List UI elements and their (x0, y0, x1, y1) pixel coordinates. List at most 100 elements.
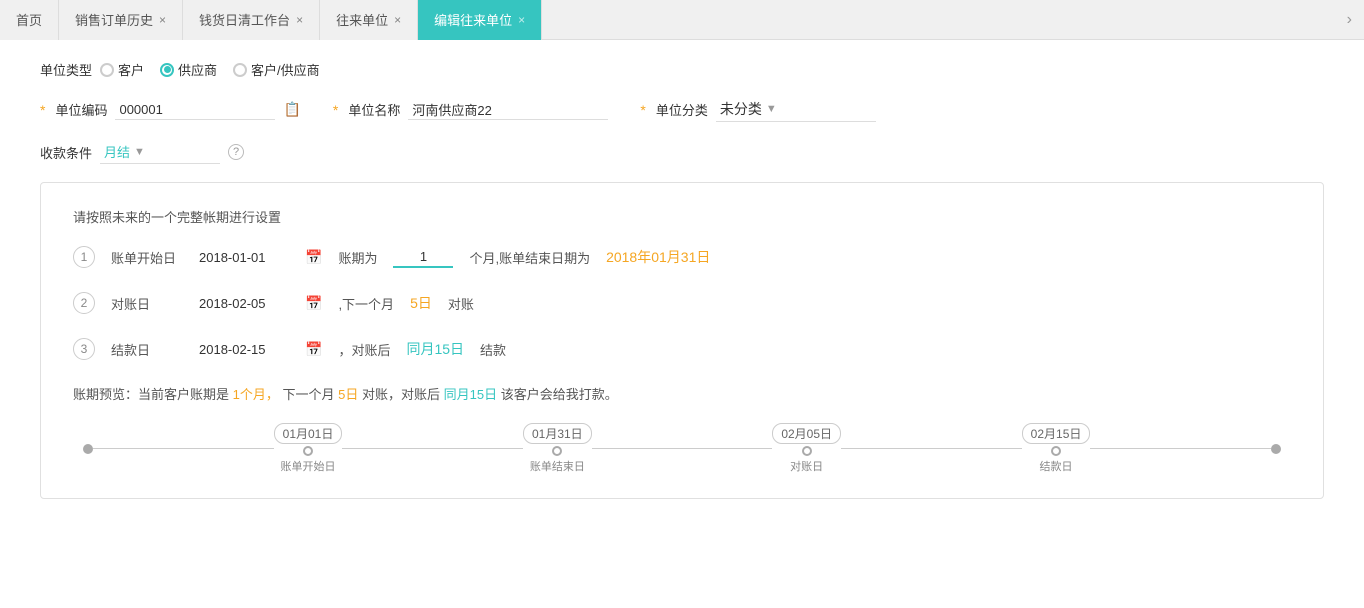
settings-box: 请按照未来的一个完整帐期进行设置 1 账单开始日 2018-01-01 📅 账期… (40, 182, 1324, 499)
category-star: * (640, 102, 645, 118)
code-star: * (40, 102, 45, 118)
step-1-num: 1 (73, 246, 95, 268)
tab-home-label: 首页 (16, 10, 42, 29)
step-2-label: 对账日 (111, 294, 183, 313)
radio-supplier-label: 供应商 (178, 60, 217, 79)
step-3-date: 2018-02-15 (199, 342, 289, 357)
radio-customer-label: 客户 (118, 60, 144, 79)
step-3-desc-prefix: ，对账后 (338, 340, 390, 359)
preview-period: 1个月， (233, 387, 279, 402)
code-calendar-icon[interactable]: 📋 (283, 101, 300, 118)
tab-partner-close[interactable]: × (394, 13, 401, 27)
code-item: * 单位编码 📋 (40, 100, 301, 120)
code-label: 单位编码 (55, 100, 107, 119)
radio-both[interactable]: 客户/供应商 (233, 60, 320, 79)
unit-type-row: 单位类型 客户 供应商 客户/供应商 (40, 60, 1324, 79)
category-value: 未分类 (720, 99, 762, 119)
radio-both-circle (233, 63, 247, 77)
step-1-row: 1 账单开始日 2018-01-01 📅 账期为 个月,账单结束日期为 2018… (73, 246, 1291, 268)
step-2-num: 2 (73, 292, 95, 314)
step-3-calendar-icon[interactable]: 📅 (305, 341, 322, 358)
tab-partner[interactable]: 往来单位 × (320, 0, 418, 40)
radio-both-label: 客户/供应商 (251, 60, 320, 79)
payment-item: 收款条件 月结 ▼ ? (40, 140, 244, 164)
timeline-end-dot (1271, 444, 1281, 454)
payment-help-icon[interactable]: ? (228, 144, 244, 160)
preview-period-suffix: 下一个月 (283, 387, 335, 402)
timeline-dot-2 (552, 446, 562, 456)
unit-type-item: 单位类型 客户 供应商 客户/供应商 (40, 60, 320, 79)
tab-sales-history-close[interactable]: × (159, 13, 166, 27)
step-1-period-input[interactable] (393, 247, 453, 268)
category-select[interactable]: 未分类 ▼ (716, 97, 876, 122)
code-input[interactable] (115, 100, 275, 120)
timeline-start-node (83, 444, 93, 454)
step-3-row: 3 结款日 2018-02-15 📅 ，对账后 同月15日 结款 (73, 338, 1291, 360)
payment-value: 月结 (104, 142, 130, 161)
step-1-label: 账单开始日 (111, 248, 183, 267)
timeline-badge-1: 01月01日 (274, 423, 343, 444)
preview-highlight1: 5日 (338, 387, 358, 402)
timeline-line-3 (592, 448, 773, 449)
step-1-period-prefix: 账期为 (338, 248, 377, 267)
timeline-line-5 (1090, 448, 1271, 449)
tab-edit-partner-label: 编辑往来单位 (434, 10, 512, 29)
radio-customer-circle (100, 63, 114, 77)
tab-more-button[interactable]: › (1335, 11, 1364, 29)
timeline-node-3: 02月05日 对账日 (772, 423, 841, 474)
radio-customer[interactable]: 客户 (100, 60, 144, 79)
name-label: 单位名称 (348, 100, 400, 119)
step-3-highlight: 同月15日 (406, 339, 464, 359)
name-item: * 单位名称 (333, 100, 608, 120)
unit-type-label: 单位类型 (40, 60, 92, 79)
category-item: * 单位分类 未分类 ▼ (640, 97, 875, 122)
tab-bar: 首页 销售订单历史 × 钱货日清工作台 × 往来单位 × 编辑往来单位 × › (0, 0, 1364, 40)
timeline-dot-1 (303, 446, 313, 456)
tab-home[interactable]: 首页 (0, 0, 59, 40)
tab-sales-history[interactable]: 销售订单历史 × (59, 0, 183, 40)
step-1-end-date: 2018年01月31日 (606, 247, 710, 267)
step-2-desc-prefix: ,下一个月 (338, 294, 394, 313)
tab-edit-partner[interactable]: 编辑往来单位 × (418, 0, 542, 40)
payment-arrow-icon: ▼ (134, 146, 145, 158)
settings-box-title: 请按照未来的一个完整帐期进行设置 (73, 207, 1291, 226)
step-1-calendar-icon[interactable]: 📅 (305, 249, 322, 266)
timeline-line-4 (841, 448, 1022, 449)
step-2-calendar-icon[interactable]: 📅 (305, 295, 322, 312)
name-input[interactable] (408, 100, 608, 120)
tab-edit-partner-close[interactable]: × (518, 13, 525, 27)
preview-suffix: 该客户会给我打款。 (501, 387, 618, 402)
step-1-period-suffix: 个月,账单结束日期为 (469, 248, 590, 267)
timeline-end-node (1271, 444, 1281, 454)
preview-text: 账期预览：当前客户账期是 1个月， 下一个月 5日 对账，对账后 同月15日 该… (73, 384, 1291, 403)
timeline: 01月01日 账单开始日 01月31日 账单结束日 02月05日 对账日 02月… (73, 423, 1291, 474)
tab-cash-workbench-label: 钱货日清工作台 (199, 10, 290, 29)
name-star: * (333, 102, 338, 118)
timeline-badge-3: 02月05日 (772, 423, 841, 444)
step-3-label: 结款日 (111, 340, 183, 359)
tab-cash-workbench-close[interactable]: × (296, 13, 303, 27)
tab-partner-label: 往来单位 (336, 10, 388, 29)
timeline-node-1: 01月01日 账单开始日 (274, 423, 343, 474)
radio-supplier-circle (160, 63, 174, 77)
timeline-label-3: 对账日 (790, 458, 823, 474)
timeline-badge-2: 01月31日 (523, 423, 592, 444)
radio-supplier[interactable]: 供应商 (160, 60, 217, 79)
timeline-line-2 (342, 448, 523, 449)
tab-cash-workbench[interactable]: 钱货日清工作台 × (183, 0, 320, 40)
timeline-node-4: 02月15日 结款日 (1022, 423, 1091, 474)
step-3-desc-suffix: 结款 (480, 340, 506, 359)
timeline-label-1: 账单开始日 (280, 458, 335, 474)
preview-prefix: 账期预览：当前客户账期是 (73, 387, 229, 402)
timeline-dot-3 (802, 446, 812, 456)
timeline-node-2: 01月31日 账单结束日 (523, 423, 592, 474)
main-content: 单位类型 客户 供应商 客户/供应商 * 单位编码 (0, 40, 1364, 608)
step-2-date: 2018-02-05 (199, 296, 289, 311)
timeline-dot-4 (1051, 446, 1061, 456)
step-2-desc-suffix: 对账 (448, 294, 474, 313)
preview-highlight2: 同月15日 (444, 387, 497, 402)
payment-select[interactable]: 月结 ▼ (100, 140, 220, 164)
timeline-label-2: 账单结束日 (530, 458, 585, 474)
step-1-date: 2018-01-01 (199, 250, 289, 265)
step-2-highlight: 5日 (410, 293, 432, 313)
